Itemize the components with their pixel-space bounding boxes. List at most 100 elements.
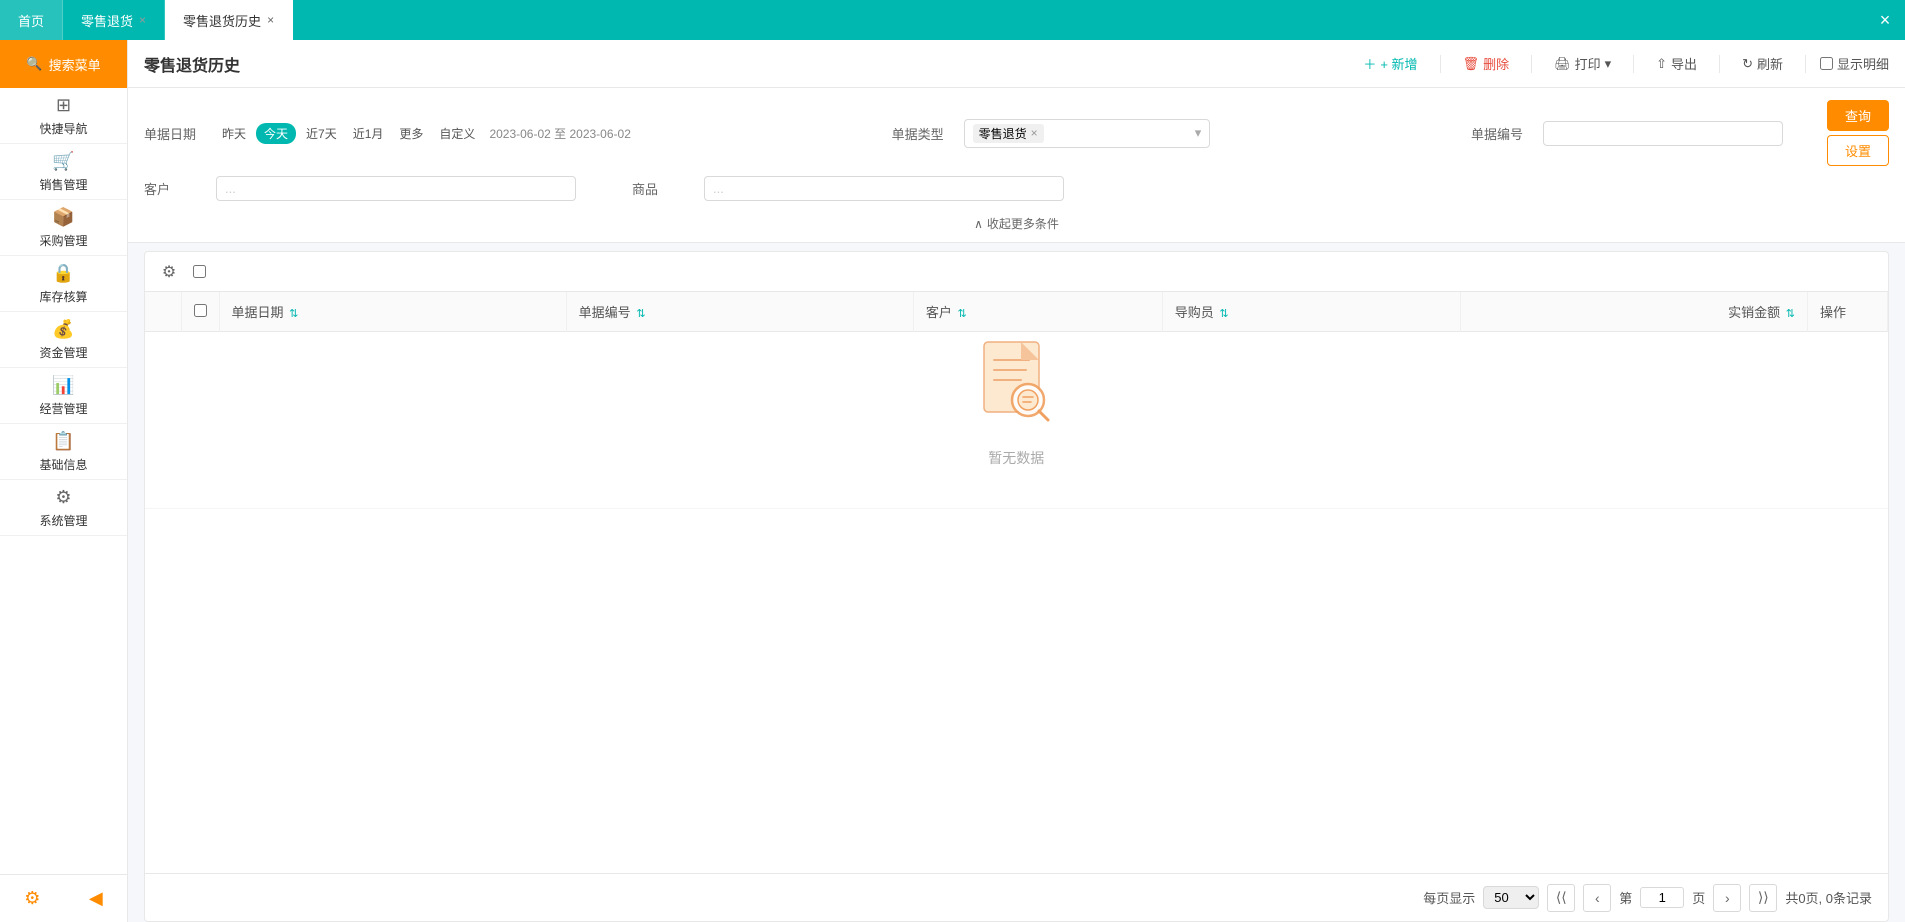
query-button[interactable]: 查询	[1827, 100, 1889, 131]
print-button[interactable]: 🖨 打印 ▾	[1546, 50, 1619, 77]
date-shortcut-today[interactable]: 今天	[256, 123, 296, 144]
sidebar-toggle-button[interactable]: ◀	[89, 888, 103, 909]
sort-customer-icon: ⇅	[957, 308, 966, 320]
empty-state: 暂无数据	[145, 332, 1888, 508]
date-shortcut-1month[interactable]: 近1月	[347, 123, 390, 144]
finance-icon: 💰	[52, 319, 74, 340]
tab-retail-return-history[interactable]: 零售退货历史 ×	[165, 0, 293, 40]
chevron-down-icon: ▾	[1195, 125, 1202, 141]
per-page-label: 每页显示	[1423, 888, 1475, 907]
print-button-label: 打印	[1575, 54, 1601, 73]
date-shortcut-7days[interactable]: 近7天	[300, 123, 343, 144]
sidebar-item-basic-info[interactable]: 📋 基础信息	[0, 424, 127, 480]
refresh-icon: ↻	[1742, 56, 1753, 72]
system-mgmt-icon: ⚙	[55, 487, 71, 508]
print-dropdown-icon: ▾	[1605, 56, 1612, 72]
divider-5	[1805, 55, 1806, 73]
page-unit: 页	[1692, 888, 1705, 907]
basic-info-icon: 📋	[52, 431, 74, 452]
refresh-button[interactable]: ↻ 刷新	[1734, 50, 1791, 77]
th-order-no[interactable]: 单据编号 ⇅	[566, 292, 913, 332]
order-no-input[interactable]	[1543, 121, 1783, 146]
export-button[interactable]: ⇧ 导出	[1648, 50, 1705, 77]
table-settings-button[interactable]: ⚙	[153, 256, 185, 288]
new-button-label: + 新增	[1380, 54, 1417, 73]
date-filter-label: 单据日期	[144, 124, 200, 143]
goods-filter-select[interactable]: ...	[704, 176, 1064, 201]
export-button-label: 导出	[1671, 54, 1697, 73]
retail-return-history-tab-close[interactable]: ×	[267, 13, 274, 27]
search-icon: 🔍	[26, 56, 42, 72]
type-tag-label: 零售退货	[979, 125, 1027, 142]
type-filter-select[interactable]: 零售退货 × ▾	[964, 119, 1211, 148]
sidebar-settings-button[interactable]: ⚙	[24, 888, 40, 909]
setting-button[interactable]: 设置	[1827, 135, 1889, 166]
print-icon: 🖨	[1554, 56, 1571, 72]
sidebar-item-sales-label: 销售管理	[39, 176, 87, 193]
sidebar: 🔍 搜索菜单 ⊞ 快捷导航 🛒 销售管理 📦 采购管理 🔒 库存核算 💰 资金管…	[0, 40, 128, 922]
home-tab-label: 首页	[18, 11, 44, 30]
sidebar-item-inventory-label: 库存核算	[39, 288, 87, 305]
th-amount[interactable]: 实销金额 ⇅	[1460, 292, 1807, 332]
first-page-button[interactable]: ⟨⟨	[1547, 884, 1575, 912]
total-label: 共0页, 0条记录	[1785, 888, 1872, 907]
prev-page-button[interactable]: ‹	[1583, 884, 1611, 912]
th-customer[interactable]: 客户 ⇅	[913, 292, 1162, 332]
sidebar-item-system-mgmt[interactable]: ⚙ 系统管理	[0, 480, 127, 536]
sidebar-item-system-label: 系统管理	[39, 512, 87, 529]
filter-area: 单据日期 昨天 今天 近7天 近1月 更多 自定义 2023-06-02 至 2…	[128, 88, 1905, 243]
date-shortcut-more[interactable]: 更多	[393, 123, 429, 144]
type-tag-remove[interactable]: ×	[1031, 126, 1038, 140]
data-table: 单据日期 ⇅ 单据编号 ⇅ 客户 ⇅	[145, 292, 1888, 509]
customer-dots: ...	[225, 181, 236, 196]
divider-4	[1719, 55, 1720, 73]
sidebar-search-button[interactable]: 🔍 搜索菜单	[0, 40, 127, 88]
tab-retail-return[interactable]: 零售退货 ×	[63, 0, 165, 40]
sort-orderno-icon: ⇅	[636, 308, 645, 320]
per-page-select[interactable]: 50 10 20 100	[1483, 886, 1539, 909]
page-input[interactable]	[1640, 887, 1684, 908]
th-date[interactable]: 单据日期 ⇅	[219, 292, 566, 332]
header-actions: ＋ + 新增 🗑 删除 🖨 打印 ▾ ⇧ 导出	[1355, 50, 1889, 77]
sidebar-item-sales-mgmt[interactable]: 🛒 销售管理	[0, 144, 127, 200]
sidebar-item-operations[interactable]: 📊 经营管理	[0, 368, 127, 424]
sidebar-item-purchase-label: 采购管理	[39, 232, 87, 249]
page-header: 零售退货历史 ＋ + 新增 🗑 删除 🖨 打印 ▾	[128, 40, 1905, 88]
close-all-tabs-button[interactable]: ×	[1865, 0, 1905, 40]
sidebar-item-basic-info-label: 基础信息	[39, 456, 87, 473]
sidebar-item-operations-label: 经营管理	[39, 400, 87, 417]
show-detail-checkbox-input[interactable]	[1820, 57, 1833, 70]
type-filter-label: 单据类型	[892, 124, 948, 143]
main-layout: 🔍 搜索菜单 ⊞ 快捷导航 🛒 销售管理 📦 采购管理 🔒 库存核算 💰 资金管…	[0, 40, 1905, 922]
sidebar-item-finance[interactable]: 💰 资金管理	[0, 312, 127, 368]
date-range-display: 2023-06-02 至 2023-06-02	[489, 125, 630, 142]
sidebar-item-inventory[interactable]: 🔒 库存核算	[0, 256, 127, 312]
table-area: ⚙ 单据日期 ⇅	[128, 243, 1905, 922]
sort-date-icon: ⇅	[289, 308, 298, 320]
operations-icon: 📊	[52, 375, 74, 396]
plus-icon: ＋	[1363, 54, 1376, 73]
tab-home[interactable]: 首页	[0, 0, 63, 40]
last-page-button[interactable]: ⟩⟩	[1749, 884, 1777, 912]
purchase-icon: 📦	[52, 207, 74, 228]
retail-return-tab-close[interactable]: ×	[139, 13, 146, 27]
sidebar-item-finance-label: 资金管理	[39, 344, 87, 361]
collapse-bar[interactable]: ∧ 收起更多条件	[144, 211, 1889, 234]
date-shortcut-yesterday[interactable]: 昨天	[216, 123, 252, 144]
date-shortcut-custom[interactable]: 自定义	[433, 123, 481, 144]
select-all-checkbox[interactable]	[193, 265, 206, 278]
show-detail-toggle[interactable]: 显示明细	[1820, 54, 1889, 73]
header-checkbox[interactable]	[194, 304, 207, 317]
delete-button-label: 删除	[1483, 54, 1509, 73]
sidebar-bottom: ⚙ ◀	[0, 874, 127, 922]
sidebar-item-quick-nav[interactable]: ⊞ 快捷导航	[0, 88, 127, 144]
trash-icon: 🗑	[1463, 56, 1480, 72]
th-guide[interactable]: 导购员 ⇅	[1162, 292, 1460, 332]
new-button[interactable]: ＋ + 新增	[1355, 50, 1425, 77]
next-page-button[interactable]: ›	[1713, 884, 1741, 912]
goods-dots: ...	[713, 181, 724, 196]
sidebar-item-purchase-mgmt[interactable]: 📦 采购管理	[0, 200, 127, 256]
retail-return-history-tab-label: 零售退货历史	[183, 11, 261, 30]
delete-button[interactable]: 🗑 删除	[1455, 50, 1518, 77]
customer-filter-select[interactable]: ...	[216, 176, 576, 201]
